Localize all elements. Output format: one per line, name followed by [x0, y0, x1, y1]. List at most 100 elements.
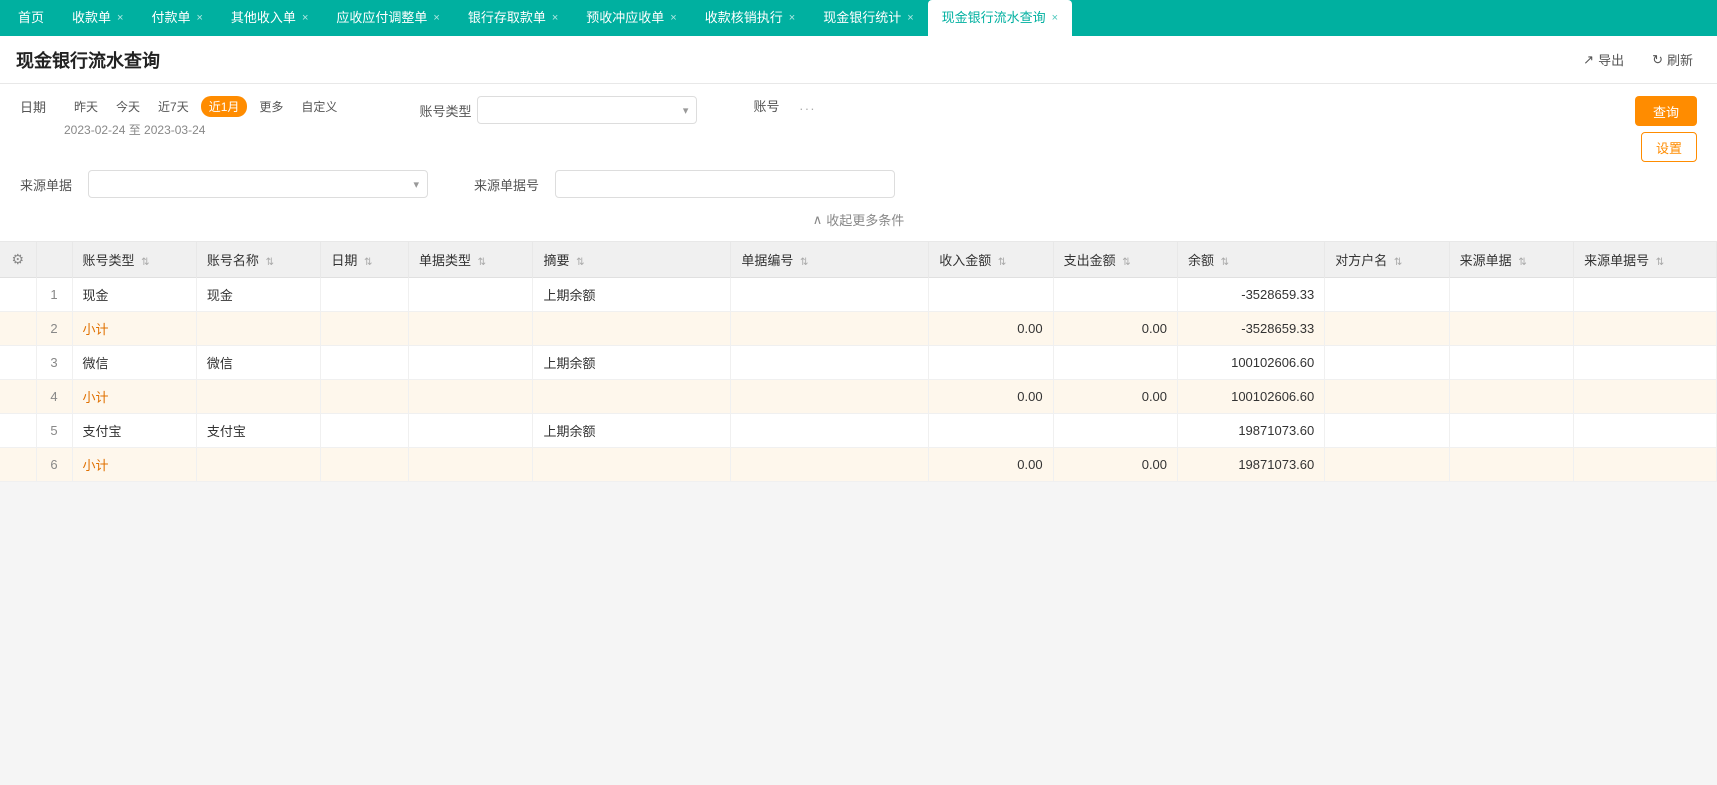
sort-icon[interactable]: ⇅ — [1221, 257, 1229, 268]
row-index: 1 — [36, 278, 72, 312]
query-button[interactable]: 查询 — [1635, 96, 1697, 126]
date-yesterday[interactable]: 昨天 — [68, 96, 104, 117]
row-source-voucher — [1449, 346, 1573, 380]
row-balance: -3528659.33 — [1178, 278, 1325, 312]
sort-icon[interactable]: ⇅ — [576, 257, 584, 268]
col-account-name: 账号名称 ⇅ — [196, 242, 320, 278]
row-account-type: 小计 — [72, 312, 196, 346]
nav-tab-fukuan[interactable]: 付款单 × — [137, 0, 216, 36]
refresh-button[interactable]: ↻ 刷新 — [1644, 46, 1701, 73]
sort-icon[interactable]: ⇅ — [478, 257, 486, 268]
close-icon[interactable]: × — [907, 0, 913, 36]
close-icon[interactable]: × — [1052, 0, 1058, 36]
row-summary: 上期余额 — [533, 414, 731, 448]
col-summary: 摘要 ⇅ — [533, 242, 731, 278]
row-account-type: 支付宝 — [72, 414, 196, 448]
source-voucher-select[interactable]: ▾ — [88, 170, 428, 198]
col-voucher-type: 单据类型 ⇅ — [409, 242, 533, 278]
table-row[interactable]: 5支付宝支付宝上期余额19871073.60 — [0, 414, 1717, 448]
row-expense: 0.00 — [1053, 380, 1177, 414]
close-icon[interactable]: × — [670, 0, 676, 36]
more-options-icon[interactable]: ... — [799, 98, 816, 113]
row-index: 3 — [36, 346, 72, 380]
row-expense — [1053, 414, 1177, 448]
sort-icon[interactable]: ⇅ — [1656, 257, 1664, 268]
sort-icon[interactable]: ⇅ — [364, 257, 372, 268]
chevron-up-icon: ∧ — [813, 212, 823, 228]
source-voucher-num-input[interactable] — [555, 170, 895, 198]
nav-tab-bank-deposit[interactable]: 银行存取款单 × — [454, 0, 572, 36]
nav-tab-stats[interactable]: 现金银行统计 × — [809, 0, 927, 36]
row-source-voucher-no — [1574, 312, 1717, 346]
nav-tab-collection[interactable]: 收款核销执行 × — [691, 0, 809, 36]
collapse-bar[interactable]: ∧ 收起更多条件 — [20, 206, 1697, 233]
nav-home[interactable]: 首页 — [4, 0, 58, 36]
table-row[interactable]: 6小计0.000.0019871073.60 — [0, 448, 1717, 482]
row-balance: 100102606.60 — [1178, 346, 1325, 380]
row-balance: -3528659.33 — [1178, 312, 1325, 346]
close-icon[interactable]: × — [789, 0, 795, 36]
table-row[interactable]: 3微信微信上期余额100102606.60 — [0, 346, 1717, 380]
row-voucher-type — [409, 278, 533, 312]
row-voucher-type — [409, 448, 533, 482]
table-row[interactable]: 2小计0.000.00-3528659.33 — [0, 312, 1717, 346]
nav-tab-flowquery[interactable]: 现金银行流水查询 × — [928, 0, 1072, 36]
row-date — [321, 414, 409, 448]
row-account-name: 支付宝 — [196, 414, 320, 448]
account-type-label: 账号类型 — [419, 101, 471, 120]
row-index: 2 — [36, 312, 72, 346]
row-account-name — [196, 380, 320, 414]
row-counterparty — [1325, 448, 1449, 482]
date-custom[interactable]: 自定义 — [295, 96, 343, 117]
row-balance: 100102606.60 — [1178, 380, 1325, 414]
filter-area: 日期 昨天 今天 近7天 近1月 更多 自定义 2023-02-24 至 202… — [0, 84, 1717, 242]
col-income: 收入金额 ⇅ — [929, 242, 1053, 278]
sort-icon[interactable]: ⇅ — [1518, 257, 1526, 268]
nav-tab-other-income[interactable]: 其他收入单 × — [217, 0, 322, 36]
nav-tab-adjustment[interactable]: 应收应付调整单 × — [322, 0, 453, 36]
page-title: 现金银行流水查询 — [16, 47, 160, 73]
col-account-type: 账号类型 ⇅ — [72, 242, 196, 278]
sort-icon[interactable]: ⇅ — [266, 257, 274, 268]
table-row[interactable]: 1现金现金上期余额-3528659.33 — [0, 278, 1717, 312]
flow-table: ⚙ 账号类型 ⇅ 账号名称 ⇅ 日期 ⇅ 单据类型 ⇅ — [0, 242, 1717, 482]
column-settings-button[interactable]: ⚙ — [11, 251, 24, 268]
date-7days[interactable]: 近7天 — [152, 96, 195, 117]
sort-icon[interactable]: ⇅ — [1394, 257, 1402, 268]
sort-icon[interactable]: ⇅ — [998, 257, 1006, 268]
sort-icon[interactable]: ⇅ — [1122, 257, 1130, 268]
close-icon[interactable]: × — [433, 0, 439, 36]
col-index — [36, 242, 72, 278]
nav-tab-shoukuan[interactable]: 收款单 × — [58, 0, 137, 36]
close-icon[interactable]: × — [552, 0, 558, 36]
row-income: 0.00 — [929, 312, 1053, 346]
row-counterparty — [1325, 346, 1449, 380]
export-button[interactable]: ↗ 导出 — [1575, 46, 1632, 73]
sort-icon[interactable]: ⇅ — [141, 257, 149, 268]
close-icon[interactable]: × — [117, 0, 123, 36]
settings-button[interactable]: 设置 — [1641, 132, 1697, 162]
account-label: 账号 — [753, 96, 793, 115]
date-today[interactable]: 今天 — [110, 96, 146, 117]
row-summary — [533, 312, 731, 346]
row-voucher-type — [409, 346, 533, 380]
date-1month[interactable]: 近1月 — [201, 96, 248, 117]
row-account-name — [196, 312, 320, 346]
row-gear-cell — [0, 346, 36, 380]
row-income — [929, 414, 1053, 448]
row-counterparty — [1325, 414, 1449, 448]
nav-tab-prepaid[interactable]: 预收冲应收单 × — [572, 0, 690, 36]
row-voucher-no — [731, 346, 929, 380]
date-more[interactable]: 更多 — [253, 96, 289, 117]
table-header-row: ⚙ 账号类型 ⇅ 账号名称 ⇅ 日期 ⇅ 单据类型 ⇅ — [0, 242, 1717, 278]
account-type-select[interactable]: ▾ — [477, 96, 697, 124]
row-source-voucher — [1449, 380, 1573, 414]
chevron-down-icon: ▾ — [413, 178, 419, 191]
row-index: 4 — [36, 380, 72, 414]
sort-icon[interactable]: ⇅ — [800, 257, 808, 268]
row-account-type: 现金 — [72, 278, 196, 312]
source-voucher-label: 来源单据 — [20, 175, 72, 194]
close-icon[interactable]: × — [196, 0, 202, 36]
close-icon[interactable]: × — [302, 0, 308, 36]
table-row[interactable]: 4小计0.000.00100102606.60 — [0, 380, 1717, 414]
